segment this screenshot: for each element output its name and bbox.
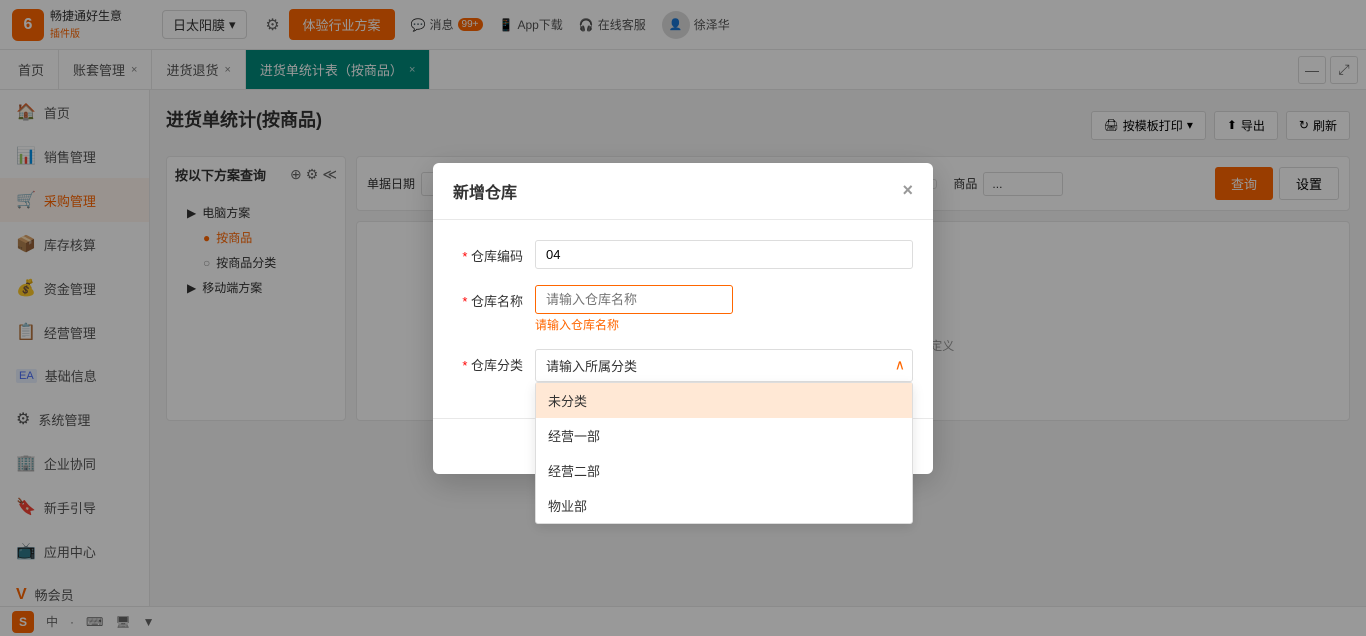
modal-overlay[interactable]: 新增仓库 × 仓库编码 仓库名称 请输入仓库名称 仓库分类 [0, 0, 1366, 636]
warehouse-name-wrapper: 请输入仓库名称 [535, 285, 913, 333]
warehouse-name-input[interactable] [535, 285, 733, 314]
warehouse-category-dropdown[interactable]: 请输入所属分类 [535, 349, 913, 382]
warehouse-name-error: 请输入仓库名称 [535, 316, 913, 333]
new-warehouse-modal: 新增仓库 × 仓库编码 仓库名称 请输入仓库名称 仓库分类 [433, 163, 933, 474]
modal-close-button[interactable]: × [902, 180, 913, 201]
warehouse-code-label: 仓库编码 [453, 240, 523, 265]
warehouse-category-list: 未分类 经营一部 经营二部 物业部 [535, 382, 913, 524]
warehouse-category-wrapper: 请输入所属分类 ∧ 未分类 经营一部 经营二部 物业部 [535, 349, 913, 382]
warehouse-category-label: 仓库分类 [453, 349, 523, 374]
warehouse-code-input[interactable] [535, 240, 913, 269]
dropdown-option-property[interactable]: 物业部 [536, 488, 912, 523]
warehouse-name-label: 仓库名称 [453, 285, 523, 310]
modal-header: 新增仓库 × [433, 163, 933, 220]
form-row-code: 仓库编码 [453, 240, 913, 269]
form-row-name: 仓库名称 请输入仓库名称 [453, 285, 913, 333]
dropdown-option-dept1[interactable]: 经营一部 [536, 418, 912, 453]
dropdown-option-unclassified[interactable]: 未分类 [536, 383, 912, 418]
form-row-category: 仓库分类 请输入所属分类 ∧ 未分类 经营一部 经营二部 物业部 [453, 349, 913, 382]
dropdown-up-arrow: ∧ [895, 357, 905, 374]
dropdown-option-dept2[interactable]: 经营二部 [536, 453, 912, 488]
warehouse-category-value: 请输入所属分类 [546, 356, 637, 375]
modal-title: 新增仓库 [453, 179, 517, 203]
modal-body: 仓库编码 仓库名称 请输入仓库名称 仓库分类 请输入所属分类 ∧ [433, 220, 933, 418]
